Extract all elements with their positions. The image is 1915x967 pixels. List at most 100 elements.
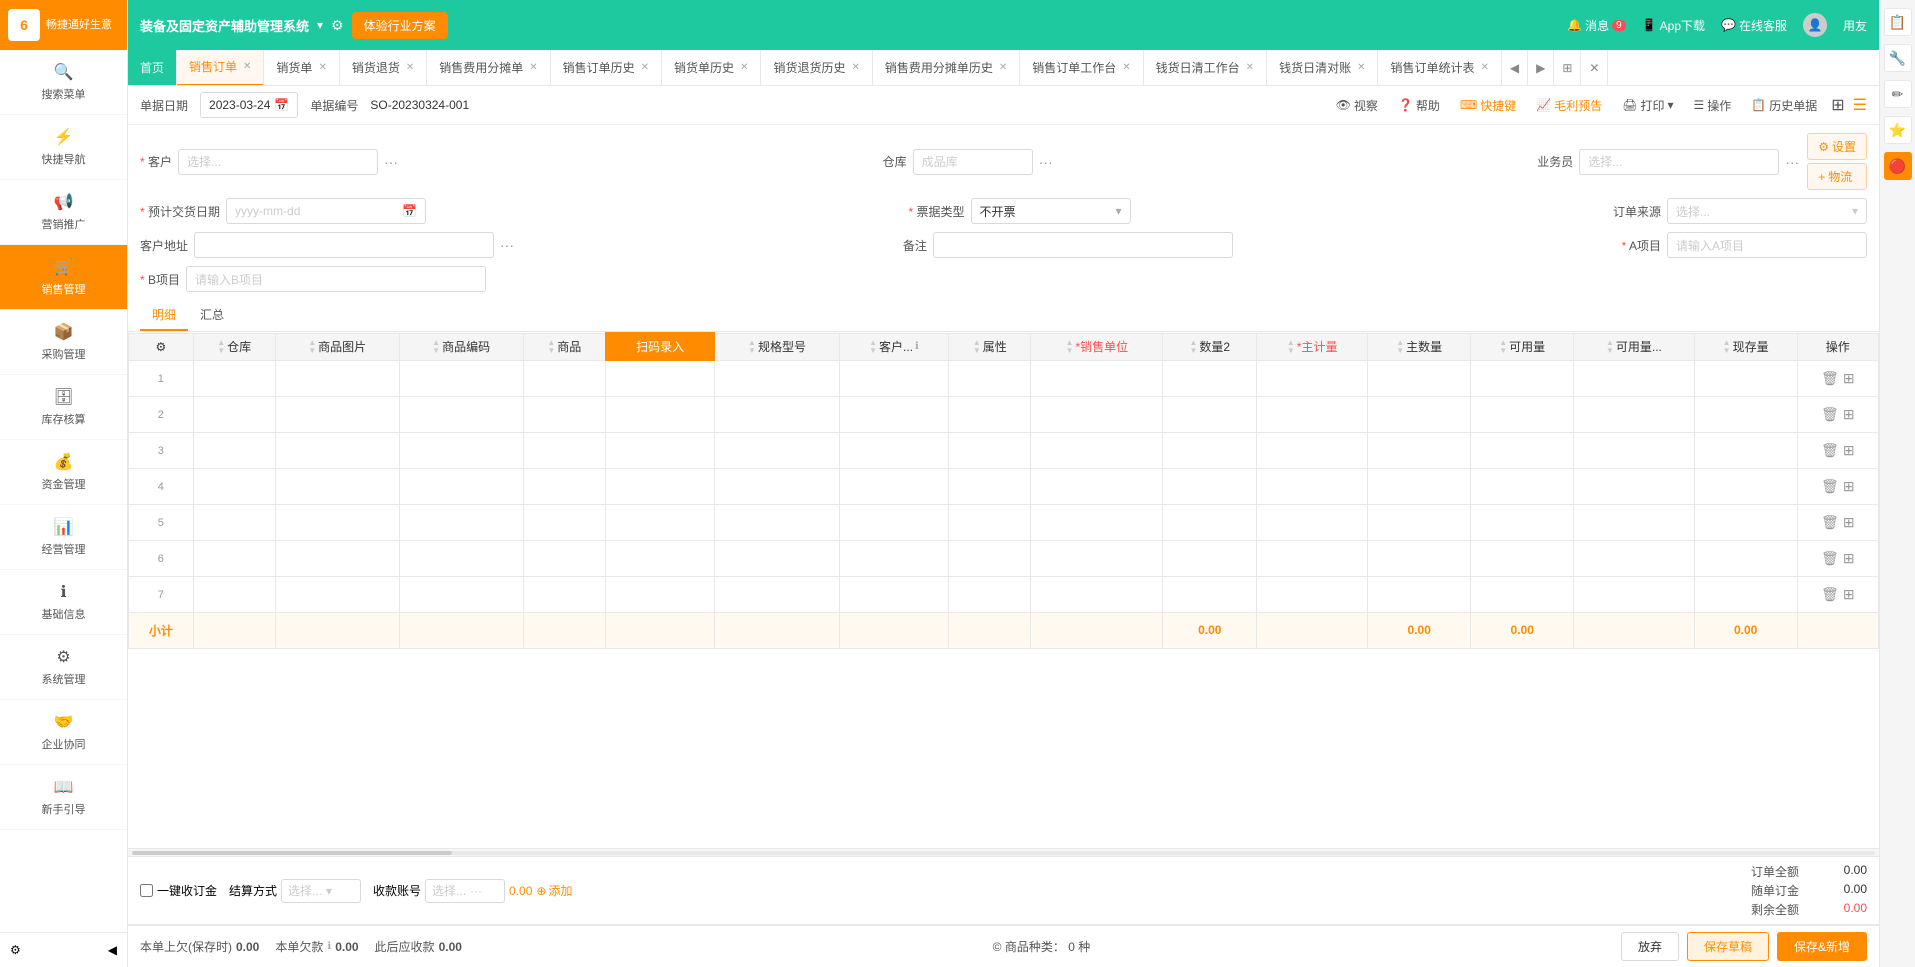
table-cell[interactable] [1163,540,1257,576]
col-qty2[interactable]: ▲▼ 数量2 [1163,333,1257,360]
table-cell[interactable] [399,468,523,504]
grid-view-icon[interactable]: ⊞ [1831,95,1844,115]
sidebar-item-库存核算[interactable]: 🗄库存核算 [0,375,127,440]
sidebar-item-资金管理[interactable]: 💰资金管理 [0,440,127,505]
table-cell[interactable] [1368,576,1471,612]
rp-alert-icon[interactable]: 🔴 [1884,152,1912,180]
row-action-cell[interactable]: 🗑⊞ [1797,432,1878,468]
table-cell[interactable] [839,468,949,504]
col-scan[interactable]: 扫码录入 [606,333,714,360]
tab-sales-expense[interactable]: 销售费用分摊单 ✕ [427,50,550,86]
add-logistics-btn[interactable]: + 物流 [1807,163,1867,190]
table-cell[interactable] [1694,360,1797,396]
table-cell[interactable] [1257,396,1368,432]
settings-btn[interactable]: ⚙ 设置 [1807,133,1867,160]
scrollbar-thumb[interactable] [132,851,452,855]
table-cell[interactable] [275,540,399,576]
copy-icon[interactable]: ⊞ [1843,550,1855,567]
col-spec[interactable]: ▲▼ 规格型号 [714,333,839,360]
tab-next-btn[interactable]: ▶ [1528,50,1554,86]
tab-prev-btn[interactable]: ◀ [1502,50,1528,86]
rp-edit-icon[interactable]: ✏ [1884,80,1912,108]
sidebar-item-新手引导[interactable]: 📖新手引导 [0,765,127,830]
copy-icon[interactable]: ⊞ [1843,406,1855,423]
settings-icon[interactable]: ⚙ [331,17,344,34]
tab-order-stats[interactable]: 销售订单统计表 ✕ [1378,50,1501,86]
col-avail2[interactable]: ▲▼ 可用量... [1574,333,1694,360]
one-key-checkbox-input[interactable] [140,884,153,897]
table-cell[interactable] [1694,468,1797,504]
account-select[interactable]: 选择... ··· [425,879,505,903]
tab-sales-goods-close[interactable]: ✕ [318,62,326,73]
table-cell[interactable] [1257,576,1368,612]
table-cell[interactable] [1694,504,1797,540]
delete-icon[interactable]: 🗑 [1821,550,1839,567]
table-cell[interactable] [949,432,1031,468]
message-icon-btn[interactable]: 🔔 消息 9 [1567,17,1626,34]
help-btn[interactable]: ❓ 帮助 [1392,95,1446,116]
table-cell[interactable] [714,576,839,612]
copy-icon[interactable]: ⊞ [1843,370,1855,387]
tab-close-all-btn[interactable]: ✕ [1581,50,1608,86]
delete-icon[interactable]: 🗑 [1821,478,1839,495]
table-cell[interactable] [1471,540,1574,576]
table-cell[interactable] [1031,540,1163,576]
row-action-cell[interactable]: 🗑⊞ [1797,576,1878,612]
table-cell[interactable] [1163,396,1257,432]
col-settings-icon[interactable]: ⚙ [155,340,166,354]
table-row[interactable]: 1🗑⊞ [129,360,1879,396]
industry-solution-button[interactable]: 体验行业方案 [352,12,448,39]
address-input[interactable] [194,232,494,258]
sidebar-item-营销推广[interactable]: 📢营销推广 [0,180,127,245]
table-cell[interactable] [1257,504,1368,540]
invoice-type-select[interactable]: 不开票 ▾ [971,198,1131,224]
delivery-date-input[interactable]: yyyy-mm-dd 📅 [226,198,426,224]
table-cell[interactable] [1163,504,1257,540]
rp-star-icon[interactable]: ⭐ [1884,116,1912,144]
calendar-icon[interactable]: 📅 [274,98,289,112]
tab-order-workbench-close[interactable]: ✕ [1122,62,1130,73]
table-cell[interactable] [606,504,714,540]
system-name-dropdown-icon[interactable]: ▾ [317,18,323,32]
table-cell[interactable] [714,360,839,396]
tab-sales-return[interactable]: 销货退货 ✕ [340,50,427,86]
rp-settings-icon[interactable]: 🔧 [1884,44,1912,72]
table-cell[interactable] [949,360,1031,396]
tab-goods-history-close[interactable]: ✕ [740,62,748,73]
tab-sales-order[interactable]: 销售订单 ✕ [177,50,264,86]
table-cell[interactable] [399,396,523,432]
table-cell[interactable] [193,432,275,468]
table-cell[interactable] [1574,540,1694,576]
table-cell[interactable] [606,432,714,468]
table-row[interactable]: 6🗑⊞ [129,540,1879,576]
table-cell[interactable] [1694,540,1797,576]
table-cell[interactable] [714,396,839,432]
table-cell[interactable] [1368,504,1471,540]
save-draft-button[interactable]: 保存草稿 [1687,932,1769,961]
tab-order-workbench[interactable]: 销售订单工作台 ✕ [1020,50,1143,86]
table-cell[interactable] [275,468,399,504]
tab-more-btn[interactable]: ⊞ [1554,50,1581,86]
table-cell[interactable] [1574,468,1694,504]
address-more-icon[interactable]: ··· [500,237,514,253]
table-cell[interactable] [399,432,523,468]
col-main-unit[interactable]: ▲▼ *主计量 [1257,333,1368,360]
sidebar-item-系统管理[interactable]: ⚙系统管理 [0,635,127,700]
col-main-qty[interactable]: ▲▼ 主数量 [1368,333,1471,360]
save-new-button[interactable]: 保存&新增 [1777,932,1867,961]
view-btn[interactable]: 👁 视察 [1330,95,1384,116]
tab-order-stats-close[interactable]: ✕ [1481,62,1489,73]
delete-icon[interactable]: 🗑 [1821,586,1839,603]
history-btn[interactable]: 📋 历史单据 [1745,95,1823,116]
collapse-sidebar-btn[interactable]: ◀ [108,943,117,957]
table-cell[interactable] [1368,468,1471,504]
table-cell[interactable] [1031,432,1163,468]
table-cell[interactable] [839,504,949,540]
table-cell[interactable] [399,540,523,576]
table-cell[interactable] [523,504,606,540]
table-cell[interactable] [1257,468,1368,504]
table-cell[interactable] [523,432,606,468]
sub-tab-detail[interactable]: 明细 [140,300,188,331]
copy-icon[interactable]: ⊞ [1843,478,1855,495]
table-row[interactable]: 2🗑⊞ [129,396,1879,432]
